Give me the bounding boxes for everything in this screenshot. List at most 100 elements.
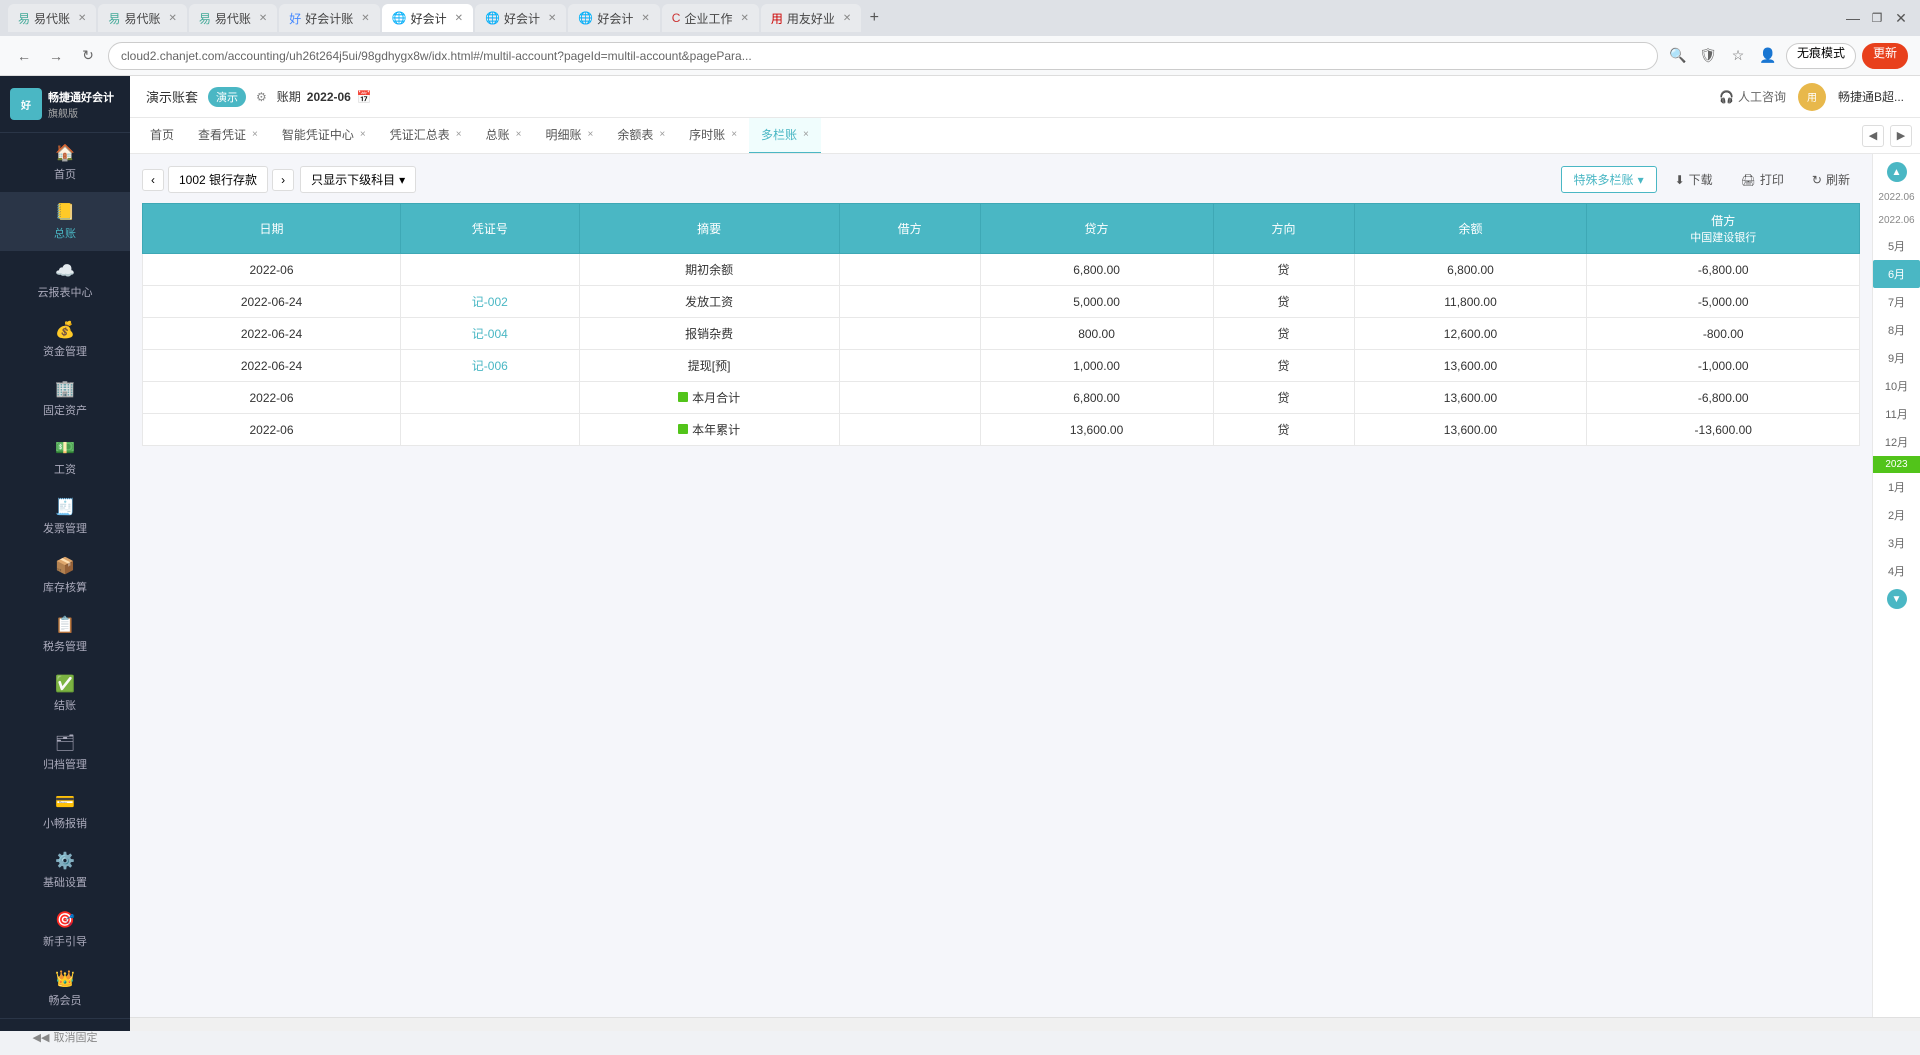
browser-tab-9[interactable]: 用 用友好业 ✕	[761, 4, 861, 32]
date-2022-06-top1[interactable]: 2022.06	[1873, 186, 1920, 209]
tab-close-view-voucher[interactable]: ×	[252, 129, 258, 140]
tab-close-9[interactable]: ✕	[843, 13, 851, 24]
tab-view-voucher[interactable]: 查看凭证 ×	[186, 118, 270, 154]
tab-close-multi-column[interactable]: ×	[803, 129, 809, 140]
tab-close-5[interactable]: ✕	[455, 13, 463, 24]
tab-close-1[interactable]: ✕	[78, 13, 86, 24]
browser-tab-7[interactable]: 🌐 好会计 ✕	[568, 4, 659, 32]
tab-close-3[interactable]: ✕	[259, 13, 267, 24]
browser-tab-6[interactable]: 🌐 好会计 ✕	[475, 4, 566, 32]
forward-button[interactable]: →	[44, 44, 68, 68]
calendar-icon[interactable]: 📅	[357, 90, 372, 104]
voucher-link[interactable]: 记-004	[472, 327, 508, 341]
tab-close-2[interactable]: ✕	[168, 13, 176, 24]
search-icon-btn[interactable]: 🔍	[1666, 44, 1690, 68]
month-september[interactable]: 9月	[1873, 344, 1920, 372]
minimize-button[interactable]: —	[1842, 7, 1864, 29]
browser-tab-2[interactable]: 易 易代账 ✕	[98, 4, 186, 32]
consult-button[interactable]: 🎧 人工咨询	[1719, 88, 1786, 105]
tab-close-detail-ledger[interactable]: ×	[587, 129, 593, 140]
url-input[interactable]: cloud2.chanjet.com/accounting/uh26t264j5…	[108, 42, 1658, 70]
no-trace-button[interactable]: 无痕模式	[1786, 43, 1856, 69]
sidebar-item-closing[interactable]: ✅ 结账	[0, 664, 130, 723]
tab-close-voucher-summary[interactable]: ×	[456, 129, 462, 140]
tab-voucher-summary[interactable]: 凭证汇总表 ×	[378, 118, 474, 154]
tab-close-sequence-ledger[interactable]: ×	[731, 129, 737, 140]
browser-tab-1[interactable]: 易 易代账 ✕	[8, 4, 96, 32]
tab-close-general-ledger[interactable]: ×	[516, 129, 522, 140]
sidebar-item-guide[interactable]: 🎯 新手引导	[0, 900, 130, 959]
sidebar-item-inventory[interactable]: 📦 库存核算	[0, 546, 130, 605]
close-window-button[interactable]: ✕	[1890, 7, 1912, 29]
month-may[interactable]: 5月	[1873, 232, 1920, 260]
tab-close-smart-voucher[interactable]: ×	[360, 129, 366, 140]
tab-close-6[interactable]: ✕	[548, 13, 556, 24]
tab-detail-ledger[interactable]: 明细账 ×	[533, 118, 605, 154]
browser-tab-8[interactable]: C 企业工作 ✕	[662, 4, 759, 32]
bookmark-icon-btn[interactable]: ☆	[1726, 44, 1750, 68]
profile-icon-btn[interactable]: 👤	[1756, 44, 1780, 68]
browser-tab-4[interactable]: 好 好会计账 ✕	[279, 4, 379, 32]
month-august[interactable]: 8月	[1873, 316, 1920, 344]
settings-icon: ⚙️	[55, 851, 75, 871]
reload-button[interactable]: ↻	[76, 44, 100, 68]
browser-tab-5-active[interactable]: 🌐 好会计 ✕	[382, 4, 473, 32]
date-2022-06-top2[interactable]: 2022.06	[1873, 209, 1920, 232]
prev-account-button[interactable]: ‹	[142, 169, 164, 191]
month-december[interactable]: 12月	[1873, 428, 1920, 456]
month-october[interactable]: 10月	[1873, 372, 1920, 400]
sidebar-item-funds[interactable]: 💰 资金管理	[0, 310, 130, 369]
sidebar-item-membership[interactable]: 👑 畅会员	[0, 959, 130, 1018]
browser-tab-3[interactable]: 易 易代账 ✕	[189, 4, 277, 32]
new-tab-button[interactable]: +	[863, 7, 885, 29]
sidebar-item-tax[interactable]: 📋 税务管理	[0, 605, 130, 664]
tab-smart-voucher[interactable]: 智能凭证中心 ×	[270, 118, 378, 154]
back-button[interactable]: ←	[12, 44, 36, 68]
refresh-button[interactable]: ↻ 刷新	[1802, 167, 1860, 192]
sidebar-item-cloud-reports[interactable]: ☁️ 云报表中心	[0, 251, 130, 310]
filter-subcategory-button[interactable]: 只显示下级科目 ▾	[300, 166, 416, 193]
sidebar-item-home[interactable]: 🏠 首页	[0, 133, 130, 192]
tab-close-7[interactable]: ✕	[641, 13, 649, 24]
date-scroll-up[interactable]: ▲	[1887, 162, 1907, 182]
tab-multi-column[interactable]: 多栏账 ×	[749, 118, 821, 154]
tab-home[interactable]: 首页	[138, 118, 186, 154]
sidebar-item-ledger[interactable]: 📒 总账	[0, 192, 130, 251]
tab-balance-sheet[interactable]: 余额表 ×	[605, 118, 677, 154]
pin-sidebar-button[interactable]: ◀◀ 取消固定	[0, 1018, 130, 1055]
special-multi-column-button[interactable]: 特殊多栏账 ▾	[1561, 166, 1657, 193]
print-button[interactable]: 🖨 打印	[1731, 167, 1794, 192]
month-feb-2023[interactable]: 2月	[1873, 501, 1920, 529]
month-july[interactable]: 7月	[1873, 288, 1920, 316]
month-jan-2023[interactable]: 1月	[1873, 473, 1920, 501]
tab-close-8[interactable]: ✕	[740, 13, 748, 24]
download-button[interactable]: ⬇ 下载	[1665, 167, 1723, 192]
sidebar-item-settings[interactable]: ⚙️ 基础设置	[0, 841, 130, 900]
sidebar-item-archive[interactable]: 🗂 归档管理	[0, 723, 130, 782]
shield-icon-btn[interactable]: 🛡	[1696, 44, 1720, 68]
horizontal-scrollbar[interactable]	[130, 1017, 1920, 1031]
collapse-left-button[interactable]: ◀	[1862, 125, 1884, 147]
tab-general-ledger[interactable]: 总账 ×	[474, 118, 534, 154]
year-2023-badge[interactable]: 2023	[1873, 456, 1920, 473]
maximize-button[interactable]: ❐	[1866, 7, 1888, 29]
date-scroll-down[interactable]: ▼	[1887, 589, 1907, 609]
tab-close-4[interactable]: ✕	[361, 13, 369, 24]
voucher-link[interactable]: 记-002	[472, 295, 508, 309]
sidebar-item-salary[interactable]: 💵 工资	[0, 428, 130, 487]
tab-close-balance-sheet[interactable]: ×	[659, 129, 665, 140]
sidebar-item-invoice[interactable]: 🧾 发票管理	[0, 487, 130, 546]
settings-gear-icon[interactable]: ⚙	[256, 90, 267, 104]
sidebar-item-expense[interactable]: 💳 小畅报销	[0, 782, 130, 841]
collapse-right-button[interactable]: ▶	[1890, 125, 1912, 147]
month-november[interactable]: 11月	[1873, 400, 1920, 428]
tab-sequence-ledger[interactable]: 序时账 ×	[677, 118, 749, 154]
cell-summary: 本年累计	[579, 414, 839, 446]
next-account-button[interactable]: ›	[272, 169, 294, 191]
voucher-link[interactable]: 记-006	[472, 359, 508, 373]
month-june[interactable]: 6月	[1873, 260, 1920, 288]
sidebar-item-assets[interactable]: 🏢 固定资产	[0, 369, 130, 428]
month-apr-2023[interactable]: 4月	[1873, 557, 1920, 585]
month-mar-2023[interactable]: 3月	[1873, 529, 1920, 557]
update-button[interactable]: 更新	[1862, 43, 1908, 69]
